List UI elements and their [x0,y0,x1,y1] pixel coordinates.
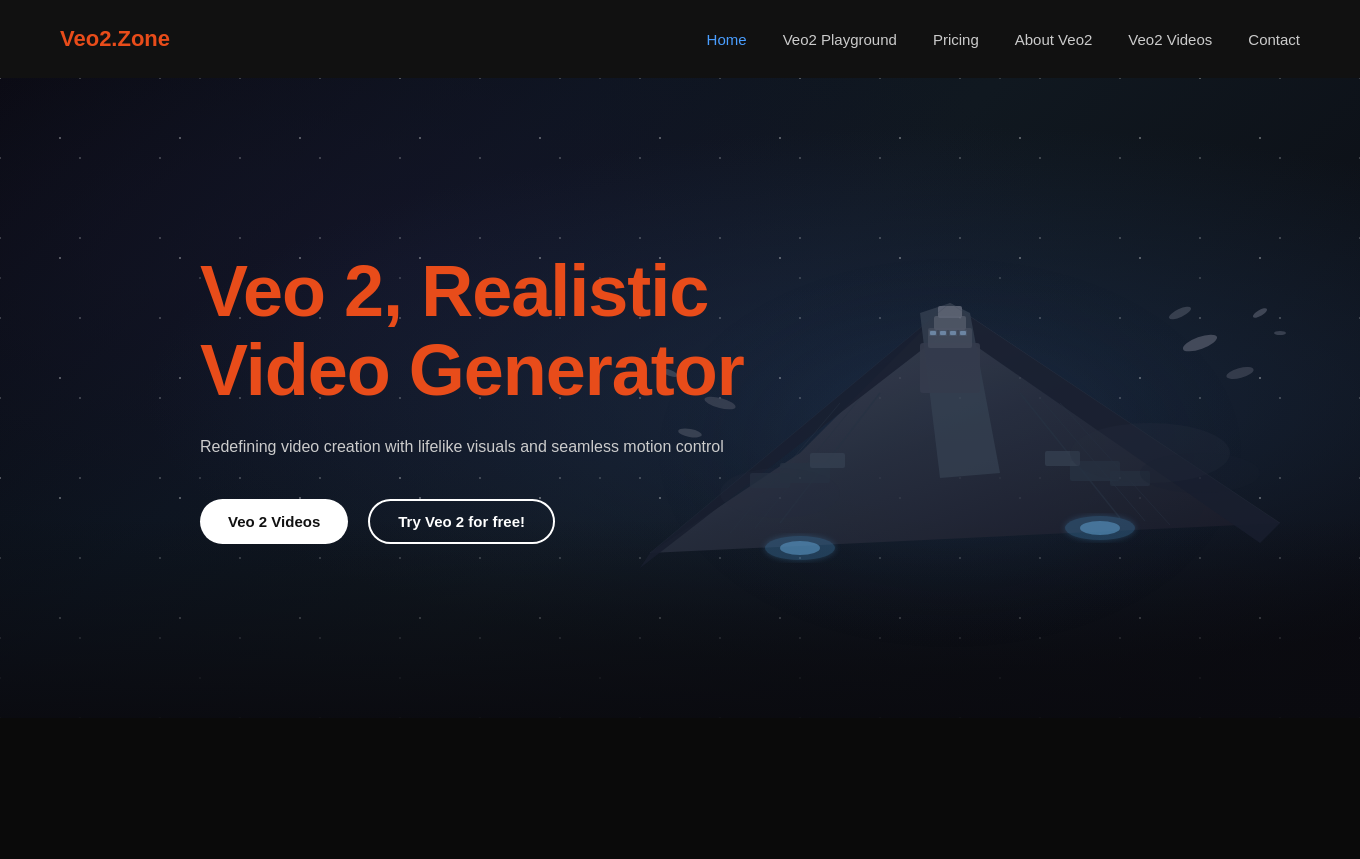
svg-rect-20 [810,453,845,468]
nav-home[interactable]: Home [707,31,747,48]
logo[interactable]: Veo2.Zone [60,26,170,52]
nav-contact[interactable]: Contact [1248,31,1300,48]
svg-point-27 [1080,521,1120,535]
svg-point-25 [780,541,820,555]
svg-rect-4 [920,343,980,393]
nav-videos[interactable]: Veo2 Videos [1128,31,1212,48]
svg-point-34 [1274,331,1286,335]
veo2-videos-button[interactable]: Veo 2 Videos [200,499,348,544]
svg-point-30 [1167,304,1192,321]
svg-rect-6 [934,316,966,330]
main-nav: Home Veo2 Playground Pricing About Veo2 … [707,31,1300,48]
svg-rect-7 [938,306,962,318]
hero-content: Veo 2, Realistic Video Generator Redefin… [0,252,760,545]
svg-rect-10 [950,331,956,335]
nav-pricing[interactable]: Pricing [933,31,979,48]
svg-point-39 [1140,453,1260,493]
svg-point-29 [1225,365,1255,382]
svg-rect-9 [940,331,946,335]
nav-about[interactable]: About Veo2 [1015,31,1093,48]
below-hero [0,718,1360,858]
svg-rect-8 [930,331,936,335]
hero-buttons: Veo 2 Videos Try Veo 2 for free! [200,499,760,544]
hero-title: Veo 2, Realistic Video Generator [200,252,760,410]
svg-point-33 [1252,306,1269,319]
header: Veo2.Zone Home Veo2 Playground Pricing A… [0,0,1360,78]
svg-rect-11 [960,331,966,335]
hero-section: Veo 2, Realistic Video Generator Redefin… [0,78,1360,718]
try-veo2-button[interactable]: Try Veo 2 for free! [368,499,555,544]
hero-subtitle: Redefining video creation with lifelike … [200,434,760,460]
nav-playground[interactable]: Veo2 Playground [783,31,897,48]
